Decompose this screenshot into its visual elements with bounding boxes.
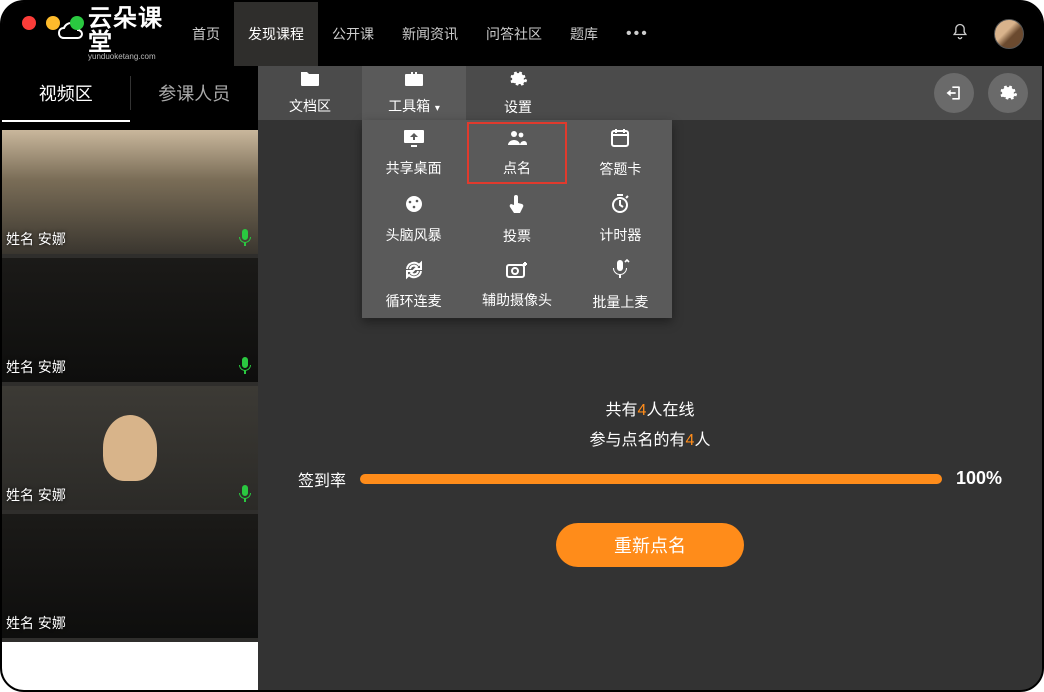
brand-sub: yunduoketang.com [88, 53, 166, 61]
ball-icon [403, 193, 425, 219]
tool-roll-call[interactable]: 点名 [465, 120, 568, 186]
exit-icon [944, 83, 964, 103]
tool-batch-mic[interactable]: 批量上麦 [569, 252, 672, 318]
tool-label: 循环连麦 [386, 291, 442, 311]
mic-on-icon [238, 228, 252, 248]
folder-icon [299, 70, 321, 92]
doc-tabs-right [934, 66, 1042, 120]
gear-icon [508, 69, 528, 93]
close-dot[interactable] [22, 16, 36, 30]
doc-tab-toolbox[interactable]: 工具箱 ▾ [362, 66, 466, 120]
tool-loop-mic[interactable]: 循环连麦 [362, 252, 465, 318]
video-list: 姓名 安娜 姓名 安娜 姓名 安娜 姓名 安娜 [2, 130, 258, 690]
stats-lines: 共有4人在线 参与点名的有4人 [298, 396, 1002, 457]
signin-rate-pct: 100% [956, 468, 1002, 489]
content-body: 视频区 参课人员 姓名 安娜 姓名 安娜 姓名 安娜 [2, 66, 1042, 690]
video-tile[interactable]: 姓名 安娜 [2, 514, 258, 638]
app-window: 云朵课堂 yunduoketang.com 首页 发现课程 公开课 新闻资讯 问… [0, 0, 1044, 692]
doc-tab-label: 设置 [504, 97, 532, 117]
nav-bank[interactable]: 题库 [556, 2, 612, 66]
exit-button[interactable] [934, 73, 974, 113]
left-tab-underline [2, 120, 258, 122]
toolbox-dropdown: 共享桌面 点名 答题卡 头脑风暴 投票 [362, 120, 672, 318]
brand-name: 云朵课堂 [88, 7, 166, 55]
minimize-dot[interactable] [46, 16, 60, 30]
tool-label: 答题卡 [599, 159, 641, 179]
settings-button[interactable] [988, 73, 1028, 113]
doc-tab-label: 文档区 [289, 96, 331, 116]
loop-icon [403, 259, 425, 285]
signin-progress-bar [360, 474, 942, 484]
mic-up-icon [610, 258, 630, 286]
bell-icon[interactable] [950, 22, 970, 47]
left-column: 视频区 参课人员 姓名 安娜 姓名 安娜 姓名 安娜 [2, 66, 258, 690]
touch-icon [507, 192, 527, 220]
tool-label: 共享桌面 [386, 158, 442, 178]
tool-timer[interactable]: 计时器 [569, 186, 672, 252]
tool-label: 计时器 [599, 225, 641, 245]
main-area: 文档区 工具箱 ▾ 设置 [258, 66, 1042, 690]
stats-line-online: 共有4人在线 [298, 396, 1002, 426]
doc-tabs: 文档区 工具箱 ▾ 设置 [258, 66, 1042, 120]
doc-tab-label: 工具箱 ▾ [388, 96, 440, 116]
doc-tab-documents[interactable]: 文档区 [258, 66, 362, 120]
tool-answer-card[interactable]: 答题卡 [569, 120, 672, 186]
window-controls [22, 16, 84, 30]
screen-share-icon [402, 128, 426, 152]
tile-name-label: 姓名 安娜 [6, 357, 66, 377]
tile-name-label: 姓名 安娜 [6, 613, 66, 633]
restart-rollcall-button[interactable]: 重新点名 [556, 523, 744, 567]
nav-news[interactable]: 新闻资讯 [388, 2, 472, 66]
video-tile[interactable]: 姓名 安娜 [2, 258, 258, 382]
tile-name-label: 姓名 安娜 [6, 485, 66, 505]
tool-screen-share[interactable]: 共享桌面 [362, 120, 465, 186]
user-avatar[interactable] [994, 19, 1024, 49]
mic-on-icon [238, 484, 252, 504]
tab-video-area[interactable]: 视频区 [2, 66, 130, 120]
underline-active [2, 120, 130, 122]
signin-rate-row: 签到率 100% [298, 467, 1002, 491]
doc-tab-settings[interactable]: 设置 [466, 66, 570, 120]
nav-discover[interactable]: 发现课程 [234, 2, 318, 66]
tool-label: 辅助摄像头 [482, 290, 552, 310]
tool-label: 点名 [503, 158, 531, 178]
left-tabs: 视频区 参课人员 [2, 66, 258, 120]
nav-open-class[interactable]: 公开课 [318, 2, 388, 66]
maximize-dot[interactable] [70, 16, 84, 30]
rollcall-stats: 共有4人在线 参与点名的有4人 签到率 100% 重新点名 [258, 396, 1042, 567]
gear-icon [998, 83, 1018, 103]
chevron-down-icon: ▾ [432, 103, 440, 114]
tool-aux-camera[interactable]: 辅助摄像头 [465, 252, 568, 318]
tool-vote[interactable]: 投票 [465, 186, 568, 252]
nav-home[interactable]: 首页 [178, 2, 234, 66]
top-bar: 云朵课堂 yunduoketang.com 首页 发现课程 公开课 新闻资讯 问… [2, 2, 1042, 66]
tool-label: 投票 [503, 226, 531, 246]
briefcase-icon [403, 70, 425, 92]
calendar-icon [609, 127, 631, 153]
top-bar-right [950, 19, 1024, 49]
tile-name-label: 姓名 安娜 [6, 229, 66, 249]
video-tile-empty [2, 642, 258, 690]
people-icon [505, 128, 529, 152]
timer-icon [609, 193, 631, 219]
tab-participants[interactable]: 参课人员 [131, 66, 259, 120]
underline-inactive [130, 120, 258, 122]
nav-qa[interactable]: 问答社区 [472, 2, 556, 66]
nav-more[interactable]: ••• [612, 3, 663, 65]
top-nav: 首页 发现课程 公开课 新闻资讯 问答社区 题库 ••• [178, 2, 663, 66]
tool-label: 批量上麦 [592, 292, 648, 312]
tool-brainstorm[interactable]: 头脑风暴 [362, 186, 465, 252]
camera-plus-icon [505, 260, 529, 284]
tool-label: 头脑风暴 [386, 225, 442, 245]
mic-on-icon [238, 356, 252, 376]
stats-line-participants: 参与点名的有4人 [298, 426, 1002, 456]
video-tile[interactable]: 姓名 安娜 [2, 386, 258, 510]
video-tile[interactable]: 姓名 安娜 [2, 130, 258, 254]
signin-rate-label: 签到率 [298, 467, 346, 491]
